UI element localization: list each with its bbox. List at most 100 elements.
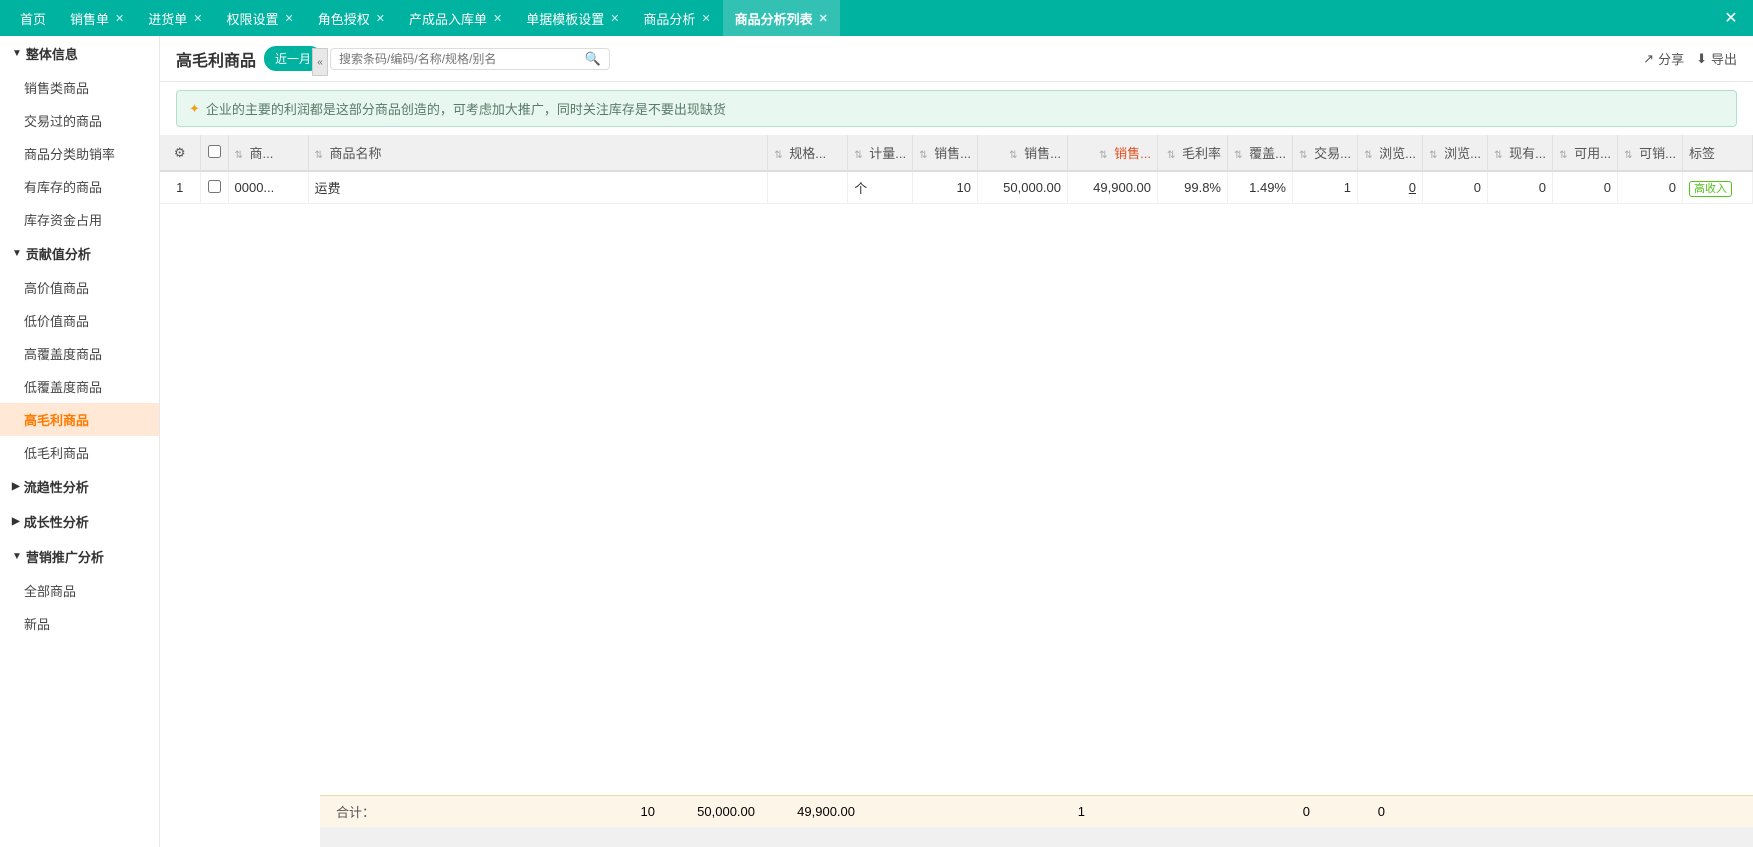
window-close-button[interactable]: ✕ bbox=[1717, 4, 1745, 32]
settings-icon[interactable]: ⚙ bbox=[174, 145, 186, 160]
cell-stock2: 0 bbox=[1553, 171, 1618, 204]
close-analysis-list-tab[interactable]: ✕ bbox=[819, 12, 828, 25]
nav-tab-purchase[interactable]: 进货单 ✕ bbox=[136, 0, 214, 36]
col-header-unit[interactable]: 计量... bbox=[848, 135, 913, 171]
nav-tab-sales[interactable]: 销售单 ✕ bbox=[58, 0, 136, 36]
content-header: 高毛利商品 近一月 🔍 ↗ 分享 ⬇ 导出 bbox=[160, 36, 1753, 82]
col-header-sale-qty[interactable]: 销售... bbox=[913, 135, 978, 171]
sidebar-group-trend[interactable]: ▶ 流趋性分析 bbox=[0, 469, 159, 504]
cell-spec bbox=[768, 171, 848, 204]
nav-tab-product-in[interactable]: 产成品入库单 ✕ bbox=[397, 0, 514, 36]
cell-sale-amount: 50,000.00 bbox=[978, 171, 1068, 204]
close-template-tab[interactable]: ✕ bbox=[610, 12, 619, 25]
col-header-browse1[interactable]: 浏览... bbox=[1358, 135, 1423, 171]
cell-browse2: 0 bbox=[1423, 171, 1488, 204]
table-row: 1 0000... 运费 个 10 50,000.00 49,900.00 99… bbox=[160, 171, 1753, 204]
sidebar-item-high-margin[interactable]: 高毛利商品 bbox=[0, 403, 159, 436]
nav-tab-role[interactable]: 角色授权 ✕ bbox=[306, 0, 397, 36]
sidebar-group-marketing[interactable]: ▼ 营销推广分析 bbox=[0, 539, 159, 574]
footer-stock1: 0 bbox=[1245, 804, 1310, 819]
col-header-coverage[interactable]: 覆盖... bbox=[1228, 135, 1293, 171]
close-product-in-tab[interactable]: ✕ bbox=[493, 12, 502, 25]
share-icon: ↗ bbox=[1643, 51, 1654, 67]
col-header-sale-amount[interactable]: 销售... bbox=[978, 135, 1068, 171]
footer-sale-profit: 49,900.00 bbox=[765, 804, 855, 819]
sidebar-group-contribution[interactable]: ▼ 贡献值分析 bbox=[0, 236, 159, 271]
arrow-icon-overall: ▼ bbox=[12, 48, 22, 59]
row-checkbox[interactable] bbox=[208, 180, 221, 193]
data-table: ⚙ 商... 商品名称 规格... bbox=[160, 135, 1753, 204]
cell-code: 0000... bbox=[228, 171, 308, 204]
col-header-stock2[interactable]: 可用... bbox=[1553, 135, 1618, 171]
col-header-gross-rate[interactable]: 毛利率 bbox=[1158, 135, 1228, 171]
sidebar-item-in-stock[interactable]: 有库存的商品 bbox=[0, 170, 159, 203]
search-box[interactable]: 🔍 bbox=[330, 48, 610, 70]
content-area: « 高毛利商品 近一月 🔍 ↗ 分享 ⬇ 导出 ✦ 企 bbox=[160, 36, 1753, 847]
arrow-icon-contribution: ▼ bbox=[12, 248, 22, 259]
col-header-stock1[interactable]: 现有... bbox=[1488, 135, 1553, 171]
info-icon: ✦ bbox=[189, 101, 200, 117]
sidebar-item-new-goods[interactable]: 新品 bbox=[0, 607, 159, 640]
col-header-spec[interactable]: 规格... bbox=[768, 135, 848, 171]
col-header-trade-count[interactable]: 交易... bbox=[1293, 135, 1358, 171]
cell-coverage: 1.49% bbox=[1228, 171, 1293, 204]
export-icon: ⬇ bbox=[1696, 51, 1707, 67]
col-header-name[interactable]: 商品名称 bbox=[308, 135, 768, 171]
sidebar-item-all-goods[interactable]: 全部商品 bbox=[0, 574, 159, 607]
close-sales-tab[interactable]: ✕ bbox=[115, 12, 124, 25]
nav-tab-auth[interactable]: 权限设置 ✕ bbox=[214, 0, 305, 36]
sidebar-item-low-margin[interactable]: 低毛利商品 bbox=[0, 436, 159, 469]
export-button[interactable]: ⬇ 导出 bbox=[1696, 49, 1737, 68]
top-navigation: 首页 销售单 ✕ 进货单 ✕ 权限设置 ✕ 角色授权 ✕ 产成品入库单 ✕ 单据… bbox=[0, 0, 1753, 36]
table-container: ⚙ 商... 商品名称 规格... bbox=[160, 135, 1753, 847]
nav-tab-analysis[interactable]: 商品分析 ✕ bbox=[631, 0, 722, 36]
close-auth-tab[interactable]: ✕ bbox=[285, 12, 294, 25]
footer-total: 合计： 10 50,000.00 49,900.00 1 0 0 bbox=[320, 795, 1753, 827]
info-banner: ✦ 企业的主要的利润都是这部分商品创造的，可考虑加大推广，同时关注库存是不要出现… bbox=[176, 90, 1737, 127]
arrow-icon-trend: ▶ bbox=[12, 481, 20, 492]
close-role-tab[interactable]: ✕ bbox=[376, 12, 385, 25]
sidebar-item-low-value[interactable]: 低价值商品 bbox=[0, 304, 159, 337]
search-icon[interactable]: 🔍 bbox=[585, 51, 601, 67]
nav-tab-analysis-list[interactable]: 商品分析列表 ✕ bbox=[723, 0, 840, 36]
cell-num: 1 bbox=[160, 171, 200, 204]
sidebar-collapse-button[interactable]: « bbox=[312, 48, 328, 76]
select-all-checkbox[interactable] bbox=[208, 145, 221, 158]
cell-tag: 高收入 bbox=[1683, 171, 1753, 204]
search-input[interactable] bbox=[339, 52, 585, 66]
sidebar-item-traded-goods[interactable]: 交易过的商品 bbox=[0, 104, 159, 137]
close-purchase-tab[interactable]: ✕ bbox=[193, 12, 202, 25]
sidebar-item-high-coverage[interactable]: 高覆盖度商品 bbox=[0, 337, 159, 370]
sidebar-item-category-rate[interactable]: 商品分类助销率 bbox=[0, 137, 159, 170]
cell-sale-profit: 49,900.00 bbox=[1068, 171, 1158, 204]
col-header-num: ⚙ bbox=[160, 135, 200, 171]
cell-unit: 个 bbox=[848, 171, 913, 204]
sidebar-item-high-value[interactable]: 高价值商品 bbox=[0, 271, 159, 304]
close-analysis-tab[interactable]: ✕ bbox=[701, 12, 710, 25]
sidebar-item-stock-capital[interactable]: 库存资金占用 bbox=[0, 203, 159, 236]
cell-stock3: 0 bbox=[1618, 171, 1683, 204]
cell-gross-rate: 99.8% bbox=[1158, 171, 1228, 204]
cell-check[interactable] bbox=[200, 171, 228, 204]
cell-stock1: 0 bbox=[1488, 171, 1553, 204]
sidebar-item-low-coverage[interactable]: 低覆盖度商品 bbox=[0, 370, 159, 403]
sidebar-item-sale-goods[interactable]: 销售类商品 bbox=[0, 71, 159, 104]
share-button[interactable]: ↗ 分享 bbox=[1643, 49, 1684, 68]
table-header-row: ⚙ 商... 商品名称 规格... bbox=[160, 135, 1753, 171]
arrow-icon-growth: ▶ bbox=[12, 516, 20, 527]
nav-tab-home[interactable]: 首页 bbox=[8, 0, 58, 36]
horizontal-scrollbar[interactable] bbox=[320, 827, 1753, 847]
col-header-stock3[interactable]: 可销... bbox=[1618, 135, 1683, 171]
header-actions: ↗ 分享 ⬇ 导出 bbox=[1643, 49, 1737, 68]
nav-tab-template[interactable]: 单据模板设置 ✕ bbox=[514, 0, 631, 36]
sidebar-group-overall[interactable]: ▼ 整体信息 bbox=[0, 36, 159, 71]
col-header-code[interactable]: 商... bbox=[228, 135, 308, 171]
col-header-sale-profit[interactable]: 销售... bbox=[1068, 135, 1158, 171]
arrow-icon-marketing: ▼ bbox=[12, 551, 22, 562]
sidebar-group-growth[interactable]: ▶ 成长性分析 bbox=[0, 504, 159, 539]
col-header-browse2[interactable]: 浏览... bbox=[1423, 135, 1488, 171]
sidebar: ▼ 整体信息 销售类商品 交易过的商品 商品分类助销率 有库存的商品 库存资金占… bbox=[0, 36, 160, 847]
cell-browse1[interactable]: 0 bbox=[1358, 171, 1423, 204]
main-layout: ▼ 整体信息 销售类商品 交易过的商品 商品分类助销率 有库存的商品 库存资金占… bbox=[0, 36, 1753, 847]
page-title: 高毛利商品 bbox=[176, 47, 256, 71]
